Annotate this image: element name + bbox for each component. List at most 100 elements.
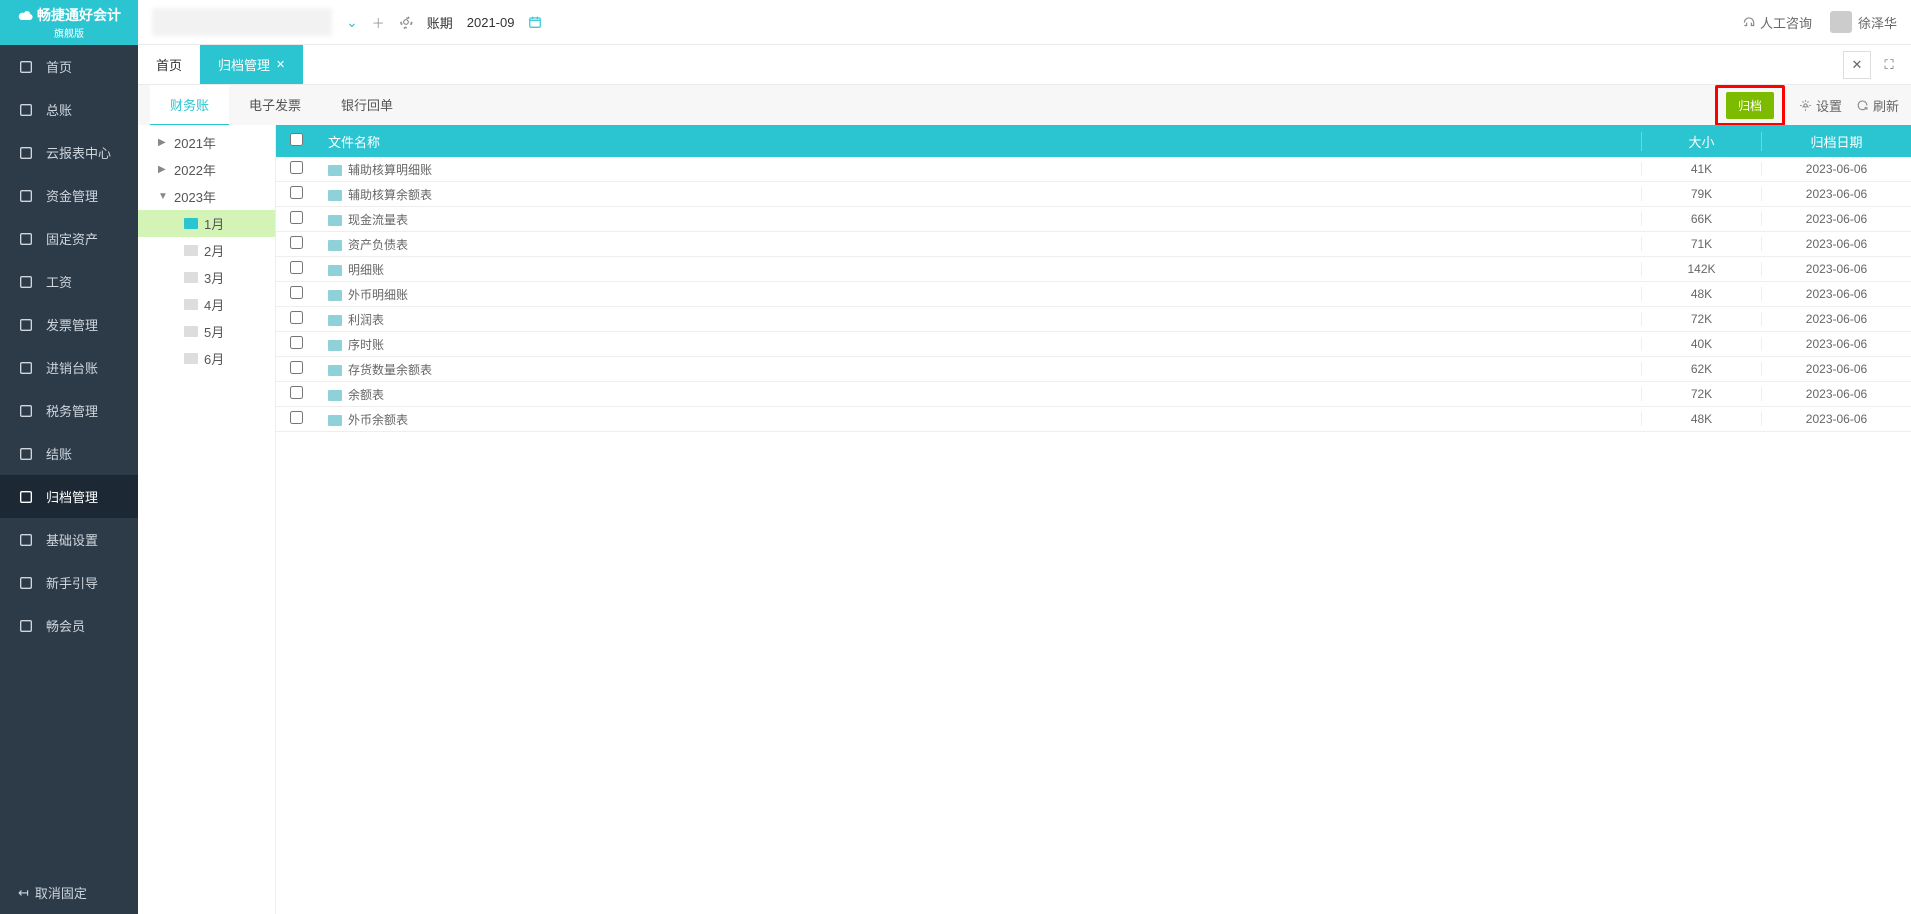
file-size: 40K: [1641, 337, 1761, 351]
add-icon[interactable]: ＋: [372, 13, 385, 32]
tree-year-1[interactable]: ▶2022年: [138, 156, 275, 183]
row-checkbox[interactable]: [290, 261, 303, 274]
sidebar-item-0[interactable]: 首页: [0, 45, 138, 88]
sidebar-footer-label: 取消固定: [35, 883, 87, 902]
select-all-checkbox[interactable]: [290, 133, 303, 146]
folder-icon: [184, 353, 198, 364]
tab-1[interactable]: 归档管理✕: [200, 45, 303, 84]
sidebar-item-9[interactable]: 结账: [0, 432, 138, 475]
row-checkbox[interactable]: [290, 236, 303, 249]
table-row[interactable]: 现金流量表66K2023-06-06: [276, 207, 1911, 232]
table-row[interactable]: 存货数量余额表62K2023-06-06: [276, 357, 1911, 382]
table-row[interactable]: 资产负债表71K2023-06-06: [276, 232, 1911, 257]
table-row[interactable]: 明细账142K2023-06-06: [276, 257, 1911, 282]
sidebar-item-1[interactable]: 总账: [0, 88, 138, 131]
sidebar-item-label: 资金管理: [46, 186, 98, 205]
subtab-1[interactable]: 电子发票: [229, 85, 321, 126]
ledger-icon: [18, 102, 34, 118]
tree-year-label: 2022年: [174, 160, 216, 179]
file-size: 48K: [1641, 287, 1761, 301]
tree-month-2-0[interactable]: 1月: [138, 210, 275, 237]
sidebar-nav: 首页总账云报表中心资金管理固定资产工资发票管理进销台账税务管理结账归档管理基础设…: [0, 45, 138, 871]
refresh-link[interactable]: 刷新: [1856, 96, 1899, 115]
sidebar-item-6[interactable]: 发票管理: [0, 303, 138, 346]
sidebar-item-11[interactable]: 基础设置: [0, 518, 138, 561]
sidebar-item-label: 云报表中心: [46, 143, 111, 162]
tree-year-0[interactable]: ▶2021年: [138, 129, 275, 156]
tree-month-2-2[interactable]: 3月: [138, 264, 275, 291]
calendar-icon[interactable]: [528, 15, 542, 29]
fullscreen-icon[interactable]: ⛶: [1875, 51, 1903, 79]
row-checkbox[interactable]: [290, 286, 303, 299]
sidebar-item-7[interactable]: 进销台账: [0, 346, 138, 389]
sidebar-item-label: 新手引导: [46, 573, 98, 592]
tree-month-2-4[interactable]: 5月: [138, 318, 275, 345]
file-size: 48K: [1641, 412, 1761, 426]
sidebar-item-5[interactable]: 工资: [0, 260, 138, 303]
sidebar-item-12[interactable]: 新手引导: [0, 561, 138, 604]
table-row[interactable]: 利润表72K2023-06-06: [276, 307, 1911, 332]
tab-0[interactable]: 首页: [138, 45, 200, 84]
row-checkbox[interactable]: [290, 186, 303, 199]
period-value[interactable]: 2021-09: [467, 15, 515, 30]
asset-icon: [18, 231, 34, 247]
sidebar-item-8[interactable]: 税务管理: [0, 389, 138, 432]
table-row[interactable]: 外币余额表48K2023-06-06: [276, 407, 1911, 432]
file-name: 序时账: [348, 338, 384, 352]
row-checkbox[interactable]: [290, 161, 303, 174]
tree-year-label: 2021年: [174, 133, 216, 152]
file-name: 余额表: [348, 388, 384, 402]
table-row[interactable]: 辅助核算明细账41K2023-06-06: [276, 157, 1911, 182]
money-icon: [18, 188, 34, 204]
gear-icon: [1799, 99, 1812, 112]
row-checkbox[interactable]: [290, 411, 303, 424]
table-row[interactable]: 辅助核算余额表79K2023-06-06: [276, 182, 1911, 207]
subtab-0[interactable]: 财务账: [150, 85, 229, 126]
sidebar-item-2[interactable]: 云报表中心: [0, 131, 138, 174]
close-icon[interactable]: ✕: [1843, 51, 1871, 79]
sidebar-unpin[interactable]: ↤ 取消固定: [0, 871, 138, 914]
file-date: 2023-06-06: [1761, 312, 1911, 326]
file-table: 文件名称 大小 归档日期 辅助核算明细账41K2023-06-06辅助核算余额表…: [276, 125, 1911, 914]
unpin-icon: ↤: [18, 885, 29, 901]
archive-button[interactable]: 归档: [1726, 92, 1774, 119]
file-name: 辅助核算余额表: [348, 188, 432, 202]
sidebar-item-label: 首页: [46, 57, 72, 76]
subtab-2[interactable]: 银行回单: [321, 85, 413, 126]
table-row[interactable]: 序时账40K2023-06-06: [276, 332, 1911, 357]
sidebar-item-label: 税务管理: [46, 401, 98, 420]
tree-month-2-3[interactable]: 4月: [138, 291, 275, 318]
row-checkbox[interactable]: [290, 361, 303, 374]
sidebar-item-4[interactable]: 固定资产: [0, 217, 138, 260]
tree-month-label: 2月: [204, 241, 224, 260]
file-date: 2023-06-06: [1761, 287, 1911, 301]
tab-close-icon[interactable]: ✕: [276, 58, 285, 71]
file-name: 外币明细账: [348, 288, 408, 302]
sidebar-item-10[interactable]: 归档管理: [0, 475, 138, 518]
file-name: 现金流量表: [348, 213, 408, 227]
sidebar-item-3[interactable]: 资金管理: [0, 174, 138, 217]
sidebar-item-label: 固定资产: [46, 229, 98, 248]
file-icon: [328, 365, 342, 376]
support-link[interactable]: 人工咨询: [1742, 13, 1812, 32]
row-checkbox[interactable]: [290, 336, 303, 349]
file-size: 66K: [1641, 212, 1761, 226]
gear-icon[interactable]: [399, 15, 413, 29]
row-checkbox[interactable]: [290, 386, 303, 399]
table-row[interactable]: 余额表72K2023-06-06: [276, 382, 1911, 407]
table-row[interactable]: 外币明细账 48K2023-06-06: [276, 282, 1911, 307]
sidebar-item-13[interactable]: 畅会员: [0, 604, 138, 647]
tree-month-2-1[interactable]: 2月: [138, 237, 275, 264]
file-size: 142K: [1641, 262, 1761, 276]
user-menu[interactable]: 徐泽华: [1830, 11, 1897, 33]
sidebar-item-label: 工资: [46, 272, 72, 291]
headset-icon: [1742, 15, 1756, 29]
row-checkbox[interactable]: [290, 211, 303, 224]
row-checkbox[interactable]: [290, 311, 303, 324]
settings-link[interactable]: 设置: [1799, 96, 1842, 115]
tree-year-2[interactable]: ▼2023年: [138, 183, 275, 210]
org-selector[interactable]: [152, 8, 332, 36]
tree-month-2-5[interactable]: 6月: [138, 345, 275, 372]
chevron-down-icon[interactable]: ⌄: [346, 14, 358, 31]
tree-month-label: 5月: [204, 322, 224, 341]
